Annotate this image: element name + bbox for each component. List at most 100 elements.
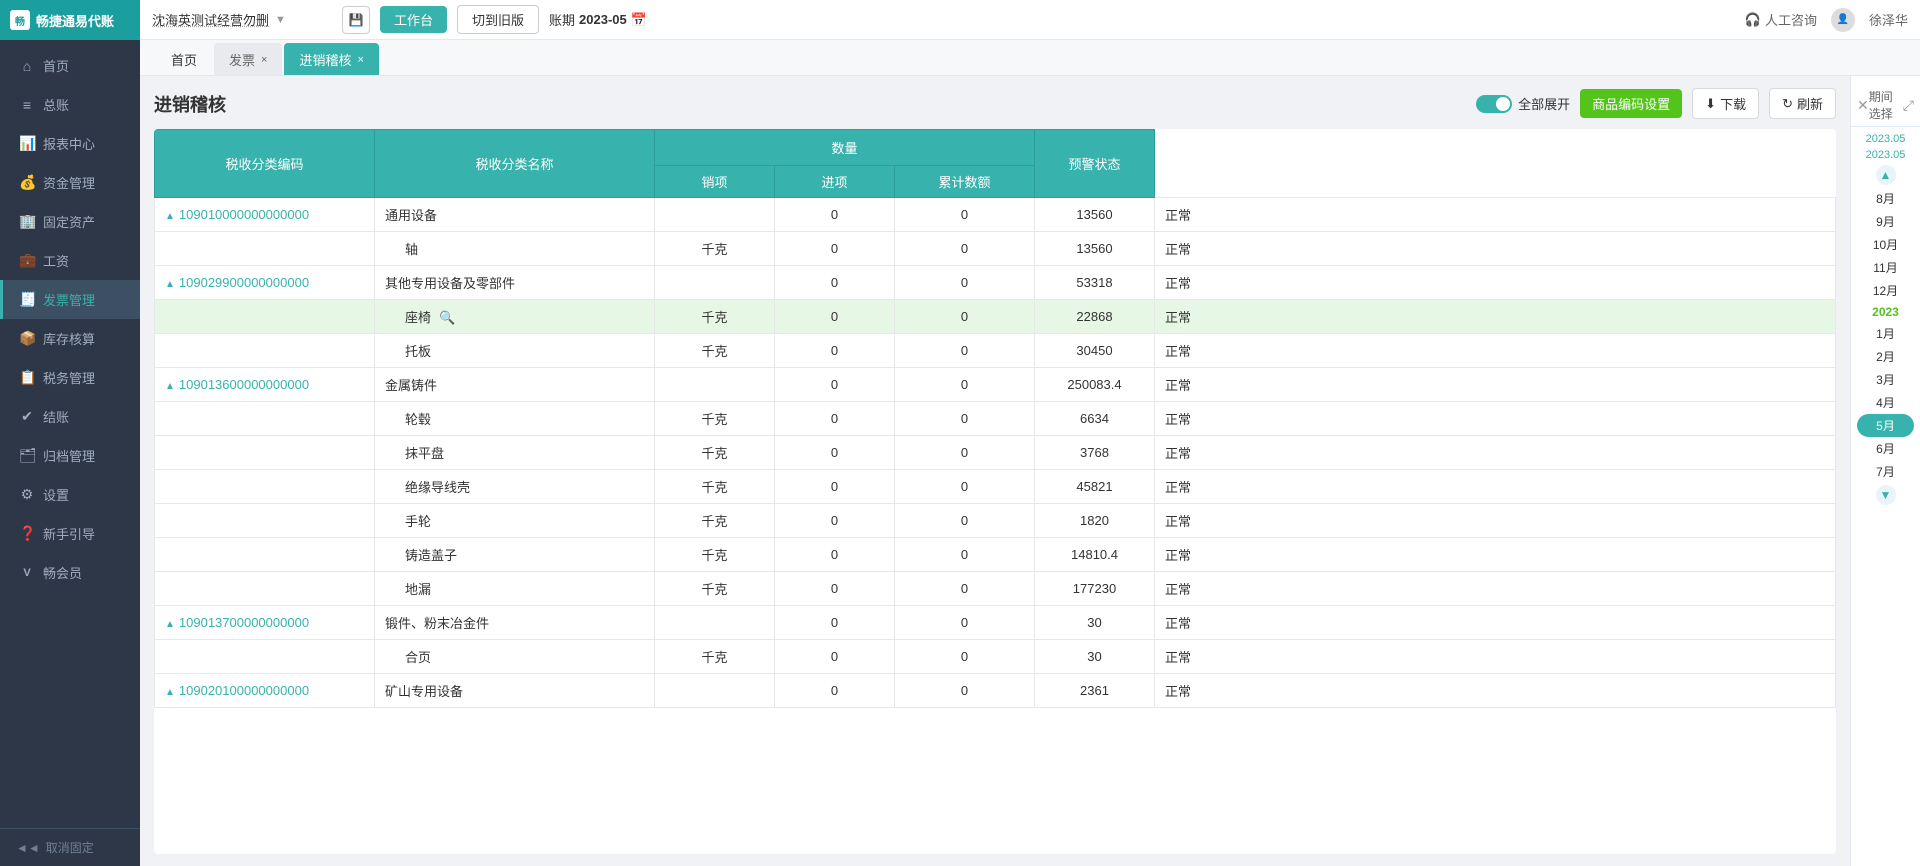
expand-all-toggle[interactable]: 全部展开 xyxy=(1476,94,1570,113)
sidebar-footer[interactable]: ◄◄ 取消固定 xyxy=(0,828,140,866)
pin-icon: ◄◄ xyxy=(16,841,40,855)
td-name: 轴 xyxy=(375,232,655,266)
td-purchase-qty: 0 xyxy=(895,470,1035,504)
collapse-icon[interactable]: ▲ xyxy=(165,619,175,630)
td-name: 锻件、粉末冶金件 xyxy=(375,606,655,640)
assets-icon: 🏢 xyxy=(19,213,35,230)
period-scroll-down[interactable]: ▼ xyxy=(1876,485,1896,505)
td-sale-qty: 0 xyxy=(775,300,895,334)
th-tax-code: 税收分类编码 xyxy=(155,130,375,198)
main-table-wrapper: 税收分类编码 税收分类名称 数量 预警状态 销项 进项 累计数额 ▲109010 xyxy=(154,129,1836,854)
sidebar-item-home-label: 首页 xyxy=(43,56,69,75)
th-tax-name: 税收分类名称 xyxy=(375,130,655,198)
period-month-3[interactable]: 3月 xyxy=(1857,368,1914,391)
td-sale-qty: 0 xyxy=(775,470,895,504)
tab-invoice-close[interactable]: × xyxy=(261,54,267,66)
topbar-right: 🎧 人工咨询 👤 徐泽华 xyxy=(1745,8,1908,32)
sidebar-item-inventory-label: 库存核算 xyxy=(43,329,95,348)
td-purchase-qty: 0 xyxy=(895,402,1035,436)
sidebar-item-salary[interactable]: 💼 工资 xyxy=(0,241,140,280)
period-scroll-up[interactable]: ▲ xyxy=(1876,165,1896,185)
td-code xyxy=(155,640,375,674)
sidebar-item-finance[interactable]: 💰 资金管理 xyxy=(0,163,140,202)
switch-version-button[interactable]: 切到旧版 xyxy=(457,5,539,34)
save-button[interactable]: 💾 xyxy=(342,6,370,34)
home-icon: ⌂ xyxy=(19,58,35,74)
td-unit: 千克 xyxy=(655,572,775,606)
finance-icon: 💰 xyxy=(19,174,35,191)
search-icon[interactable]: 🔍 xyxy=(439,310,455,325)
period-current-year: 2023 xyxy=(1857,302,1914,322)
app-logo: 畅 畅捷通易代账 xyxy=(0,0,140,40)
td-total: 30 xyxy=(1035,640,1155,674)
period-month-9[interactable]: 9月 xyxy=(1857,210,1914,233)
period-month-8[interactable]: 8月 xyxy=(1857,187,1914,210)
td-purchase-qty: 0 xyxy=(895,334,1035,368)
td-unit: 千克 xyxy=(655,436,775,470)
sidebar-item-inventory[interactable]: 📦 库存核算 xyxy=(0,319,140,358)
tab-reconcile-close[interactable]: × xyxy=(357,54,363,66)
period-month-11[interactable]: 11月 xyxy=(1857,256,1914,279)
tab-home[interactable]: 首页 xyxy=(156,43,212,75)
collapse-icon[interactable]: ▲ xyxy=(165,687,175,698)
td-total: 177230 xyxy=(1035,572,1155,606)
toggle-track[interactable] xyxy=(1476,95,1512,113)
td-code: ▲109020100000000000 xyxy=(155,674,375,708)
period-month-1[interactable]: 1月 xyxy=(1857,322,1914,345)
sidebar-item-ledger[interactable]: ≡ 总账 xyxy=(0,85,140,124)
period-month-2[interactable]: 2月 xyxy=(1857,345,1914,368)
sidebar: 畅 畅捷通易代账 ⌂ 首页 ≡ 总账 📊 报表中心 💰 资金管理 🏢 固定资产 … xyxy=(0,0,140,866)
sidebar-item-assets[interactable]: 🏢 固定资产 xyxy=(0,202,140,241)
period-month-4[interactable]: 4月 xyxy=(1857,391,1914,414)
collapse-icon[interactable]: ▲ xyxy=(165,211,175,222)
table-row: ▲109013600000000000 金属铸件 0 0 250083.4 正常 xyxy=(155,368,1836,402)
service-button[interactable]: 🎧 人工咨询 xyxy=(1745,10,1817,29)
td-purchase-qty: 0 xyxy=(895,368,1035,402)
td-unit: 千克 xyxy=(655,402,775,436)
company-selector[interactable]: 沈海英测试经营勿删 ▼ xyxy=(152,10,332,29)
product-code-btn[interactable]: 商品编码设置 xyxy=(1580,89,1682,118)
period-month-6[interactable]: 6月 xyxy=(1857,437,1914,460)
td-name: 金属铸件 xyxy=(375,368,655,402)
download-icon: ⬇ xyxy=(1705,96,1716,112)
td-status: 正常 xyxy=(1155,198,1836,232)
sidebar-item-settings[interactable]: ⚙ 设置 xyxy=(0,475,140,514)
main-area: 沈海英测试经营勿删 ▼ 💾 工作台 切到旧版 账期 2023-05 📅 🎧 人工… xyxy=(140,0,1920,866)
page-actions: 全部展开 商品编码设置 ⬇ 下载 ↻ 刷新 xyxy=(1476,88,1836,119)
workbench-button[interactable]: 工作台 xyxy=(380,6,447,33)
calendar-icon[interactable]: 📅 xyxy=(631,12,647,28)
collapse-icon[interactable]: ▲ xyxy=(165,381,175,392)
company-dropdown-icon[interactable]: ▼ xyxy=(275,14,286,26)
panel-close-btn[interactable]: ✕ xyxy=(1857,97,1869,114)
tab-invoice[interactable]: 发票 × xyxy=(214,43,282,75)
download-btn[interactable]: ⬇ 下载 xyxy=(1692,88,1759,119)
period-month-7[interactable]: 7月 xyxy=(1857,460,1914,483)
sidebar-item-tax-label: 税务管理 xyxy=(43,368,95,387)
period-label: 账期 xyxy=(549,10,575,29)
sidebar-item-guide[interactable]: ❓ 新手引导 xyxy=(0,514,140,553)
td-sale-qty: 0 xyxy=(775,674,895,708)
sidebar-item-tax[interactable]: 📋 税务管理 xyxy=(0,358,140,397)
save-icon: 💾 xyxy=(349,13,364,27)
td-sale-qty: 0 xyxy=(775,232,895,266)
sidebar-item-settle[interactable]: ✔ 结账 xyxy=(0,397,140,436)
collapse-icon[interactable]: ▲ xyxy=(165,279,175,290)
sidebar-item-invoice[interactable]: 🧾 发票管理 xyxy=(0,280,140,319)
refresh-btn[interactable]: ↻ 刷新 xyxy=(1769,88,1836,119)
tab-invoice-label: 发票 xyxy=(229,50,255,69)
td-purchase-qty: 0 xyxy=(895,572,1035,606)
table-row: 抹平盘 千克 0 0 3768 正常 xyxy=(155,436,1836,470)
period-year-2: 2023.05 xyxy=(1857,147,1914,163)
sidebar-item-home[interactable]: ⌂ 首页 xyxy=(0,46,140,85)
period-month-5[interactable]: 5月 xyxy=(1857,414,1914,437)
td-total: 53318 xyxy=(1035,266,1155,300)
tab-reconcile-label: 进销稽核 xyxy=(299,50,351,69)
period-month-10[interactable]: 10月 xyxy=(1857,233,1914,256)
td-name: 铸造盖子 xyxy=(375,538,655,572)
panel-expand-btn[interactable]: ⤢ xyxy=(1903,97,1914,114)
sidebar-item-reports[interactable]: 📊 报表中心 xyxy=(0,124,140,163)
sidebar-item-member[interactable]: V 畅会员 xyxy=(0,553,140,592)
tab-reconcile[interactable]: 进销稽核 × xyxy=(284,43,378,75)
sidebar-item-archive[interactable]: 🗂 归档管理 xyxy=(0,436,140,475)
period-month-12[interactable]: 12月 xyxy=(1857,279,1914,302)
